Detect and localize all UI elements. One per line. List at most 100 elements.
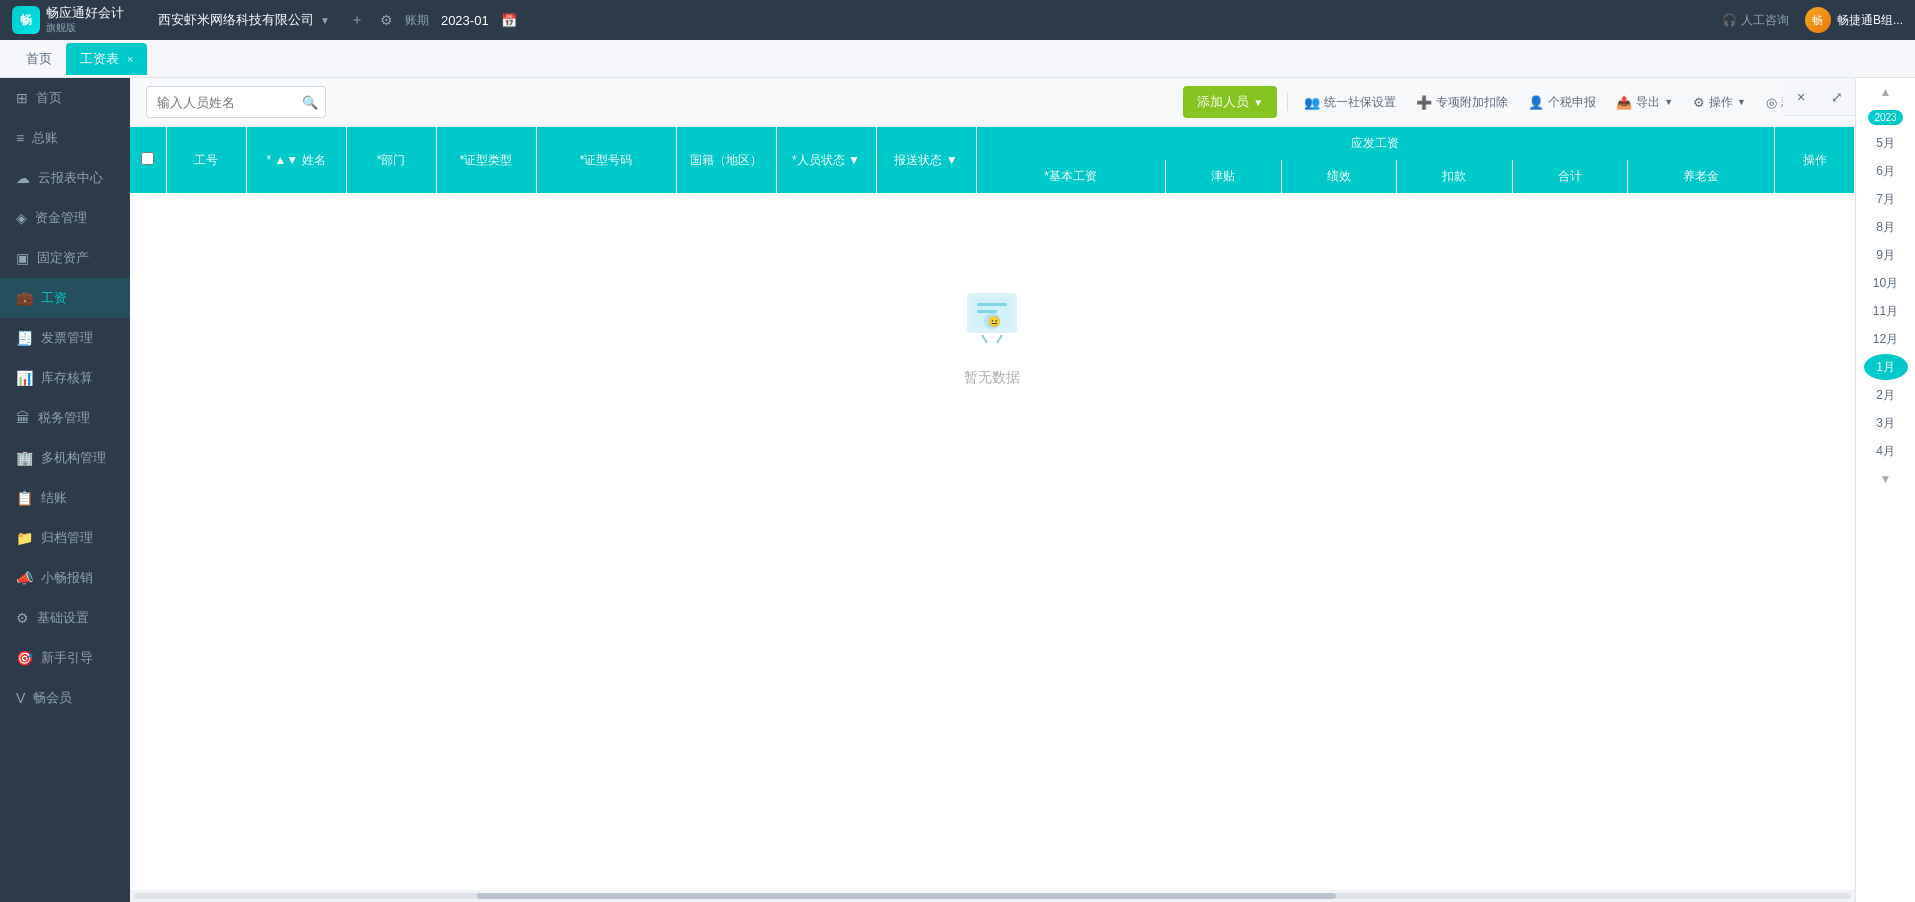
date-month-1[interactable]: 1月: [1864, 354, 1908, 380]
sub-col-pension: 养老金: [1628, 160, 1775, 193]
svg-rect-2: [977, 303, 1007, 306]
user-name: 畅捷通B组...: [1837, 12, 1903, 29]
sidebar-item-ledger[interactable]: ≡ 总账: [0, 118, 130, 158]
archive-icon: 📁: [16, 530, 33, 546]
action-social-security[interactable]: 👥 统一社保设置: [1298, 90, 1402, 115]
inventory-icon: 📊: [16, 370, 33, 386]
cloud-report-icon: ☁: [16, 170, 30, 186]
sidebar-item-assets[interactable]: ▣ 固定资产: [0, 238, 130, 278]
col-checkbox[interactable]: [130, 127, 166, 193]
close-books-icon: 📋: [16, 490, 33, 506]
calendar-icon[interactable]: 📅: [501, 13, 517, 28]
action-social-security-label: 统一社保设置: [1324, 94, 1396, 111]
date-month-9[interactable]: 9月: [1864, 242, 1908, 268]
date-nav-up[interactable]: ▲: [1874, 80, 1898, 104]
date-month-6[interactable]: 6月: [1864, 158, 1908, 184]
sidebar-label-expense: 小畅报销: [41, 569, 93, 587]
salary-icon: 💼: [16, 290, 33, 306]
empty-icon: 😐: [952, 273, 1032, 353]
sidebar-item-archive[interactable]: 📁 归档管理: [0, 518, 130, 558]
multi-org-icon: 🏢: [16, 450, 33, 466]
window-maximize-button[interactable]: ⤢: [1819, 78, 1855, 116]
add-person-chevron-icon: ▼: [1253, 97, 1263, 108]
guide-toolbar-icon: ◎: [1766, 95, 1777, 110]
sidebar-item-guide[interactable]: 🎯 新手引导: [0, 638, 130, 678]
sidebar-label-home: 首页: [36, 89, 62, 107]
horizontal-scrollbar[interactable]: [130, 890, 1855, 902]
action-export[interactable]: 📤 导出 ▼: [1610, 90, 1679, 115]
col-personnel-status[interactable]: *人员状态 ▼: [776, 127, 876, 193]
logo-text-block: 畅应通好会计 旗舰版: [46, 5, 124, 35]
date-month-7[interactable]: 7月: [1864, 186, 1908, 212]
col-dept: *部门: [346, 127, 436, 193]
col-name[interactable]: * ▲▼ 姓名: [246, 127, 346, 193]
scroll-thumb[interactable]: [477, 893, 1336, 899]
sidebar-item-invoice[interactable]: 🧾 发票管理: [0, 318, 130, 358]
salary-table: 工号 * ▲▼ 姓名 *部门 *证型类型 *证型号码: [130, 127, 1855, 467]
tab-salary-label: 工资表: [80, 50, 119, 68]
add-person-button[interactable]: 添加人员 ▼: [1183, 86, 1277, 118]
app-logo-icon: 畅: [12, 6, 40, 34]
sidebar-item-close-books[interactable]: 📋 结账: [0, 478, 130, 518]
sidebar-label-salary: 工资: [41, 289, 67, 307]
divider-1: [1287, 93, 1288, 111]
settings-sidebar-icon: ⚙: [16, 610, 29, 626]
sidebar-label-invoice: 发票管理: [41, 329, 93, 347]
service-button[interactable]: 🎧 人工咨询: [1722, 12, 1789, 29]
sidebar-label-cloud-report: 云报表中心: [38, 169, 103, 187]
sub-col-performance: 绩效: [1281, 160, 1397, 193]
sidebar-label-guide: 新手引导: [41, 649, 93, 667]
date-panel: ▲ 2023 5月 6月 7月 8月 9月 10月 11月 12月 1月 2月 …: [1855, 78, 1915, 902]
date-nav-down[interactable]: ▼: [1874, 467, 1898, 491]
settings-icon[interactable]: ⚙: [376, 10, 397, 30]
col-report-status[interactable]: 报送状态 ▼: [876, 127, 976, 193]
app-name: 畅应通好会计: [46, 5, 124, 21]
tab-salary-close-icon[interactable]: ×: [127, 53, 133, 65]
sidebar-item-fund[interactable]: ◈ 资金管理: [0, 198, 130, 238]
tax-icon: 🏛: [16, 410, 30, 426]
sub-col-deduction: 扣款: [1397, 160, 1513, 193]
company-selector[interactable]: 西安虾米网络科技有限公司 ▼: [158, 11, 330, 29]
add-company-icon[interactable]: ＋: [346, 9, 368, 31]
user-area[interactable]: 畅 畅捷通B组...: [1805, 7, 1903, 33]
ledger-icon: ≡: [16, 130, 24, 146]
action-tax-filing[interactable]: 👤 个税申报: [1522, 90, 1602, 115]
top-header: 畅 畅应通好会计 旗舰版 西安虾米网络科技有限公司 ▼ ＋ ⚙ 账期 2023-…: [0, 0, 1915, 40]
date-month-5[interactable]: 5月: [1864, 130, 1908, 156]
expense-icon: 📣: [16, 570, 33, 586]
operations-icon: ⚙: [1693, 95, 1705, 110]
sidebar: ⊞ 首页 ≡ 总账 ☁ 云报表中心 ◈ 资金管理 ▣ 固定资产 💼 工资 🧾 发…: [0, 78, 130, 902]
header-right: 🎧 人工咨询 畅 畅捷通B组...: [1722, 7, 1903, 33]
sidebar-item-inventory[interactable]: 📊 库存核算: [0, 358, 130, 398]
tab-bar: 首页 工资表 ×: [0, 40, 1915, 78]
guide-icon: 🎯: [16, 650, 33, 666]
sidebar-item-multi-org[interactable]: 🏢 多机构管理: [0, 438, 130, 478]
select-all-checkbox[interactable]: [141, 152, 154, 165]
sidebar-item-settings[interactable]: ⚙ 基础设置: [0, 598, 130, 638]
date-month-3[interactable]: 3月: [1864, 410, 1908, 436]
svg-line-6: [982, 335, 987, 343]
tab-home[interactable]: 首页: [12, 43, 66, 75]
tab-salary[interactable]: 工资表 ×: [66, 43, 147, 75]
sidebar-item-expense[interactable]: 📣 小畅报销: [0, 558, 130, 598]
action-special-deduction[interactable]: ➕ 专项附加扣除: [1410, 90, 1514, 115]
date-month-4[interactable]: 4月: [1864, 438, 1908, 464]
sub-col-total: 合计: [1512, 160, 1628, 193]
date-year-badge[interactable]: 2023: [1868, 110, 1902, 125]
sidebar-item-home[interactable]: ⊞ 首页: [0, 78, 130, 118]
date-month-10[interactable]: 10月: [1864, 270, 1908, 296]
sidebar-label-inventory: 库存核算: [41, 369, 93, 387]
search-input[interactable]: [146, 86, 326, 118]
sidebar-item-tax[interactable]: 🏛 税务管理: [0, 398, 130, 438]
sidebar-item-salary[interactable]: 💼 工资: [0, 278, 130, 318]
date-month-2[interactable]: 2月: [1864, 382, 1908, 408]
special-deduction-icon: ➕: [1416, 95, 1432, 110]
sidebar-item-cloud-report[interactable]: ☁ 云报表中心: [0, 158, 130, 198]
window-close-button[interactable]: ×: [1783, 78, 1819, 116]
sidebar-item-member[interactable]: V 畅会员: [0, 678, 130, 718]
date-month-8[interactable]: 8月: [1864, 214, 1908, 240]
sidebar-label-fund: 资金管理: [35, 209, 87, 227]
date-month-11[interactable]: 11月: [1864, 298, 1908, 324]
action-operations[interactable]: ⚙ 操作 ▼: [1687, 90, 1752, 115]
date-month-12[interactable]: 12月: [1864, 326, 1908, 352]
